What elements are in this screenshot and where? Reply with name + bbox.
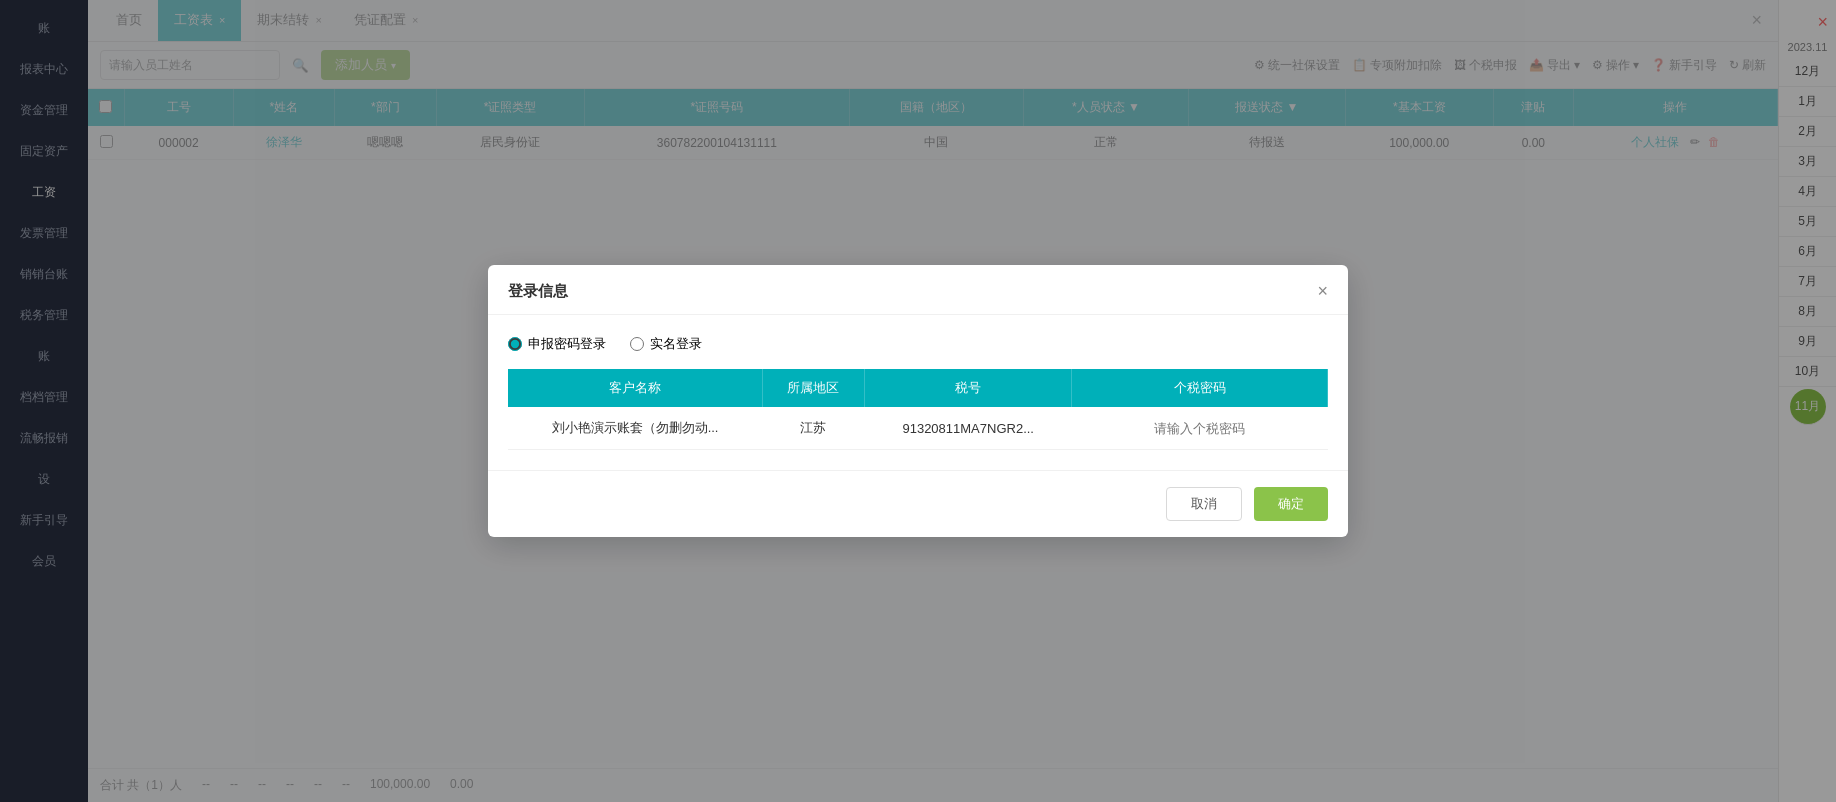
dialog-overlay: 登录信息 × 申报密码登录 实名登录 客户名称 所属地区 <box>0 0 1836 802</box>
client-name-cell: 刘小艳演示账套（勿删勿动... <box>508 407 762 450</box>
client-col-taxno: 税号 <box>865 369 1072 407</box>
client-col-region: 所属地区 <box>762 369 865 407</box>
dialog-close-button[interactable]: × <box>1317 281 1328 302</box>
client-table: 客户名称 所属地区 税号 个税密码 刘小艳演示账套（勿删勿动... 江苏 913… <box>508 369 1328 450</box>
dialog-title: 登录信息 <box>508 282 568 301</box>
dialog-footer: 取消 确定 <box>488 470 1348 537</box>
client-password-cell[interactable] <box>1072 407 1328 450</box>
tax-password-input[interactable] <box>1084 421 1316 436</box>
cancel-button[interactable]: 取消 <box>1166 487 1242 521</box>
client-col-password: 个税密码 <box>1072 369 1328 407</box>
client-table-row: 刘小艳演示账套（勿删勿动... 江苏 91320811MA7NGR2... <box>508 407 1328 450</box>
dialog-body: 申报密码登录 实名登录 客户名称 所属地区 税号 个税密码 <box>488 315 1348 470</box>
login-type-radio-group: 申报密码登录 实名登录 <box>508 335 1328 353</box>
client-taxno-cell: 91320811MA7NGR2... <box>865 407 1072 450</box>
radio-password-login[interactable]: 申报密码登录 <box>508 335 606 353</box>
login-dialog: 登录信息 × 申报密码登录 实名登录 客户名称 所属地区 <box>488 265 1348 537</box>
radio-realname-input[interactable] <box>630 337 644 351</box>
dialog-header: 登录信息 × <box>488 265 1348 315</box>
client-col-name: 客户名称 <box>508 369 762 407</box>
confirm-button[interactable]: 确定 <box>1254 487 1328 521</box>
radio-realname-login[interactable]: 实名登录 <box>630 335 702 353</box>
client-region-cell: 江苏 <box>762 407 865 450</box>
radio-password-input[interactable] <box>508 337 522 351</box>
